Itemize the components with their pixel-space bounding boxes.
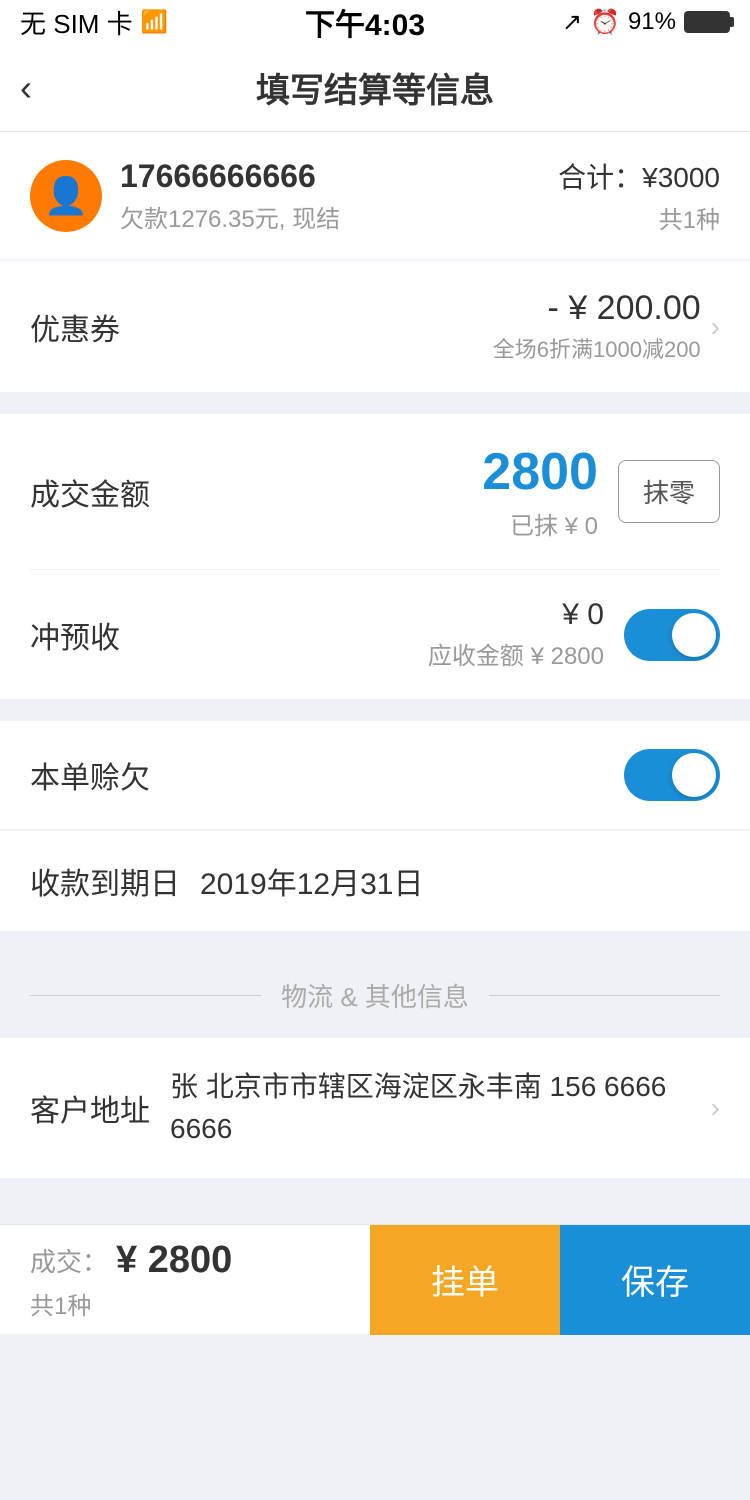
debt-toggle-knob — [672, 753, 716, 797]
deal-amount-row: 成交金额 2800 已抹 ¥ 0 抹零 — [30, 414, 720, 570]
bottom-summary: 成交： ¥ 2800 共1种 — [0, 1239, 370, 1321]
coupon-row[interactable]: 优惠券 - ¥ 200.00 全场6折满1000减200 › — [0, 261, 750, 392]
debt-section: 本单赊欠 — [0, 721, 750, 829]
section-gap-1 — [0, 394, 750, 414]
page-title: 填写结算等信息 — [256, 63, 494, 112]
prepay-right: ¥ 0 应收金额 ¥ 2800 — [428, 598, 720, 671]
bottom-deal: 成交： ¥ 2800 — [30, 1239, 340, 1282]
status-time: 下午4:03 — [305, 0, 425, 44]
prepay-row: 冲预收 ¥ 0 应收金额 ¥ 2800 — [30, 570, 720, 699]
debt-label: 本单赊欠 — [30, 753, 150, 797]
coupon-chevron-icon: › — [711, 311, 720, 343]
user-left: 👤 17666666666 欠款1276.35元, 现结 — [30, 158, 340, 234]
user-right: 合计：¥3000 共1种 — [558, 156, 720, 235]
logistics-label: 物流 & 其他信息 — [281, 977, 469, 1014]
location-icon: ↗ — [562, 8, 582, 37]
deal-right: 2800 已抹 ¥ 0 抹零 — [482, 442, 720, 541]
address-chevron-icon: › — [711, 1092, 720, 1124]
alarm-icon: ⏰ — [590, 8, 620, 37]
deal-amount: 2800 — [482, 442, 598, 502]
status-right: ↗ ⏰ 91% — [562, 8, 730, 37]
nav-bar: ‹ 填写结算等信息 — [0, 44, 750, 132]
avatar: 👤 — [30, 160, 102, 232]
coupon-label: 优惠券 — [30, 305, 120, 349]
user-phone: 17666666666 — [120, 158, 340, 195]
deal-section: 成交金额 2800 已抹 ¥ 0 抹零 冲预收 ¥ 0 应收金额 ¥ 2800 — [0, 414, 750, 699]
user-card: 👤 17666666666 欠款1276.35元, 现结 合计：¥3000 共1… — [0, 132, 750, 259]
due-date-label: 收款到期日 — [30, 859, 180, 903]
user-info: 17666666666 欠款1276.35元, 现结 — [120, 158, 340, 234]
bottom-count: 共1种 — [30, 1286, 340, 1321]
address-value: 张 北京市市辖区海淀区永丰南 156 6666 6666 — [170, 1066, 711, 1150]
prepay-amount: ¥ 0 — [428, 598, 604, 632]
wifi-icon: 📶 — [141, 9, 168, 35]
back-button[interactable]: ‹ — [20, 67, 32, 109]
prepay-amount-wrap: ¥ 0 应收金额 ¥ 2800 — [428, 598, 604, 671]
user-count: 共1种 — [558, 200, 720, 235]
bottom-deal-amount: ¥ 2800 — [116, 1239, 232, 1282]
coupon-amount: - ¥ 200.00 全场6折满1000减200 — [493, 289, 701, 364]
deal-amount-label: 成交金额 — [30, 470, 150, 514]
prepay-toggle[interactable] — [624, 609, 720, 661]
prepay-toggle-knob — [672, 613, 716, 657]
address-section[interactable]: 客户地址 张 北京市市辖区海淀区永丰南 156 6666 6666 › — [0, 1038, 750, 1178]
save-button[interactable]: 保存 — [560, 1225, 750, 1335]
hold-button[interactable]: 挂单 — [370, 1225, 560, 1335]
user-debt: 欠款1276.35元, 现结 — [120, 199, 340, 234]
due-date-section: 收款到期日 2019年12月31日 — [0, 831, 750, 931]
section-gap-2 — [0, 701, 750, 721]
logistics-line-right — [489, 995, 720, 996]
logistics-divider: 物流 & 其他信息 — [0, 953, 750, 1038]
coupon-right: - ¥ 200.00 全场6折满1000减200 › — [493, 289, 720, 364]
user-total: 合计：¥3000 — [558, 156, 720, 196]
battery-label: 91% — [628, 8, 676, 36]
status-left: 无 SIM 卡 📶 — [20, 4, 168, 41]
logistics-line-left — [30, 995, 261, 996]
coupon-value: - ¥ 200.00 — [493, 289, 701, 328]
prepay-sub: 应收金额 ¥ 2800 — [428, 636, 604, 671]
battery-icon — [684, 11, 730, 33]
status-bar: 无 SIM 卡 📶 下午4:03 ↗ ⏰ 91% — [0, 0, 750, 44]
bottom-bar: 成交： ¥ 2800 共1种 挂单 保存 — [0, 1224, 750, 1334]
bottom-deal-label: 成交： — [30, 1242, 108, 1279]
due-date-value: 2019年12月31日 — [200, 859, 423, 903]
coupon-desc: 全场6折满1000减200 — [493, 332, 701, 364]
debt-toggle[interactable] — [624, 749, 720, 801]
round-off-button[interactable]: 抹零 — [618, 460, 720, 523]
section-gap-3 — [0, 933, 750, 953]
network-label: 无 SIM 卡 — [20, 4, 133, 41]
deal-sub: 已抹 ¥ 0 — [482, 506, 598, 541]
address-label: 客户地址 — [30, 1086, 150, 1130]
deal-amount-wrap: 2800 已抹 ¥ 0 — [482, 442, 598, 541]
prepay-label: 冲预收 — [30, 613, 120, 657]
